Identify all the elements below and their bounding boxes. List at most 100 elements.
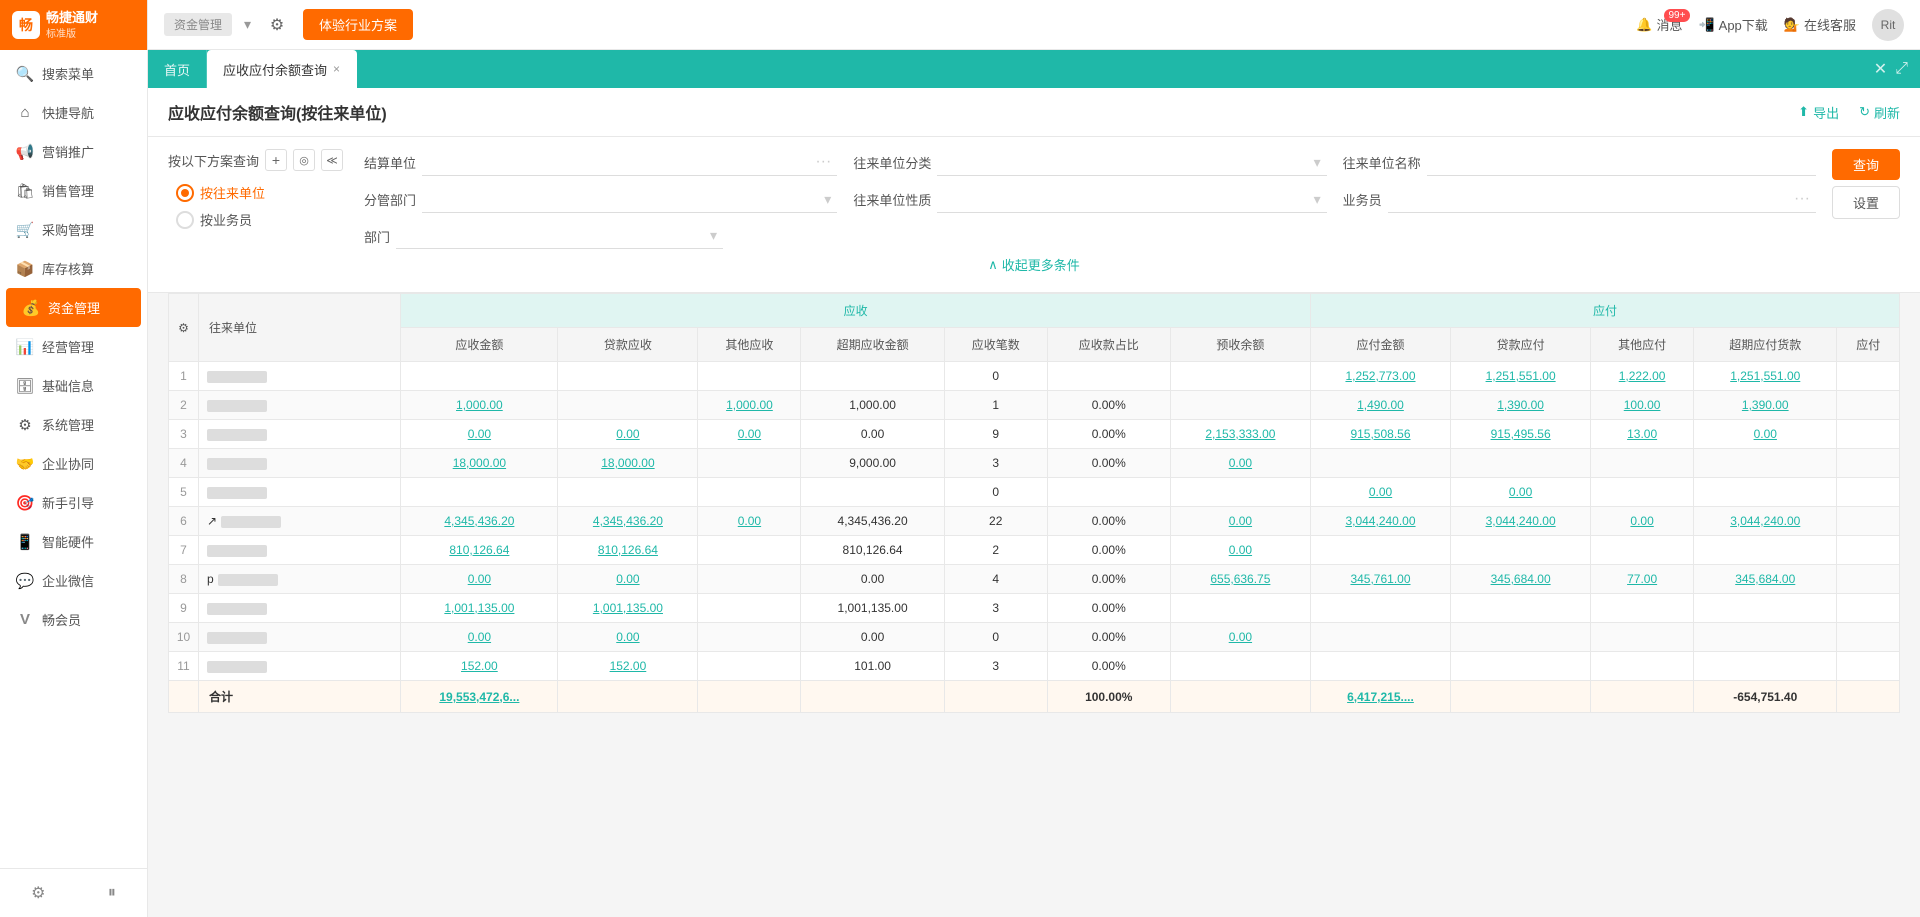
sidebar-item-member[interactable]: V 畅会员 (0, 600, 147, 639)
data-cell[interactable] (1170, 478, 1310, 507)
data-cell[interactable]: 18,000.00 (401, 449, 558, 478)
data-cell[interactable]: 1,222.00 (1591, 362, 1694, 391)
data-cell[interactable]: 0.00 (558, 565, 698, 594)
data-cell[interactable]: 2,153,333.00 (1170, 420, 1310, 449)
data-cell[interactable]: 152.00 (401, 652, 558, 681)
data-cell[interactable]: 13.00 (1591, 420, 1694, 449)
sidebar-item-sales[interactable]: 🛍 销售管理 (0, 171, 147, 210)
data-cell[interactable]: 345,684.00 (1451, 565, 1591, 594)
sidebar-item-system[interactable]: ⚙ 系统管理 (0, 405, 147, 444)
data-cell[interactable]: 0.00 (1170, 449, 1310, 478)
filter-target-btn[interactable]: ◎ (293, 149, 315, 171)
data-cell[interactable]: 0.00 (401, 623, 558, 652)
data-cell[interactable] (1451, 536, 1591, 565)
data-cell[interactable] (698, 565, 801, 594)
data-cell[interactable] (698, 623, 801, 652)
data-cell[interactable]: 0.00 (401, 420, 558, 449)
data-cell[interactable] (1591, 623, 1694, 652)
data-cell[interactable] (1310, 536, 1450, 565)
data-cell[interactable]: 3,044,240.00 (1310, 507, 1450, 536)
sidebar-item-search[interactable]: 🔍 搜索菜单 (0, 54, 147, 93)
refresh-btn[interactable]: ↻ 刷新 (1859, 103, 1900, 122)
tab-receivable[interactable]: 应收应付余额查询 × (207, 50, 357, 88)
data-cell[interactable]: 0.00 (558, 420, 698, 449)
sidebar-item-finance[interactable]: 💰 资金管理 (6, 288, 141, 327)
filter-add-btn[interactable]: + (265, 149, 287, 171)
data-cell[interactable] (1591, 478, 1694, 507)
branch-dept-input[interactable]: ▾ (422, 187, 837, 213)
data-cell[interactable]: 0.00 (1451, 478, 1591, 507)
data-cell[interactable]: 4,345,436.20 (558, 507, 698, 536)
data-cell[interactable] (1591, 449, 1694, 478)
data-cell[interactable] (558, 362, 698, 391)
data-cell[interactable]: 0.00 (1591, 507, 1694, 536)
sidebar-item-inventory[interactable]: 📦 库存核算 (0, 249, 147, 288)
data-cell[interactable]: 0.00 (1310, 478, 1450, 507)
data-cell[interactable]: 0.00 (1170, 507, 1310, 536)
data-cell[interactable]: 655,636.75 (1170, 565, 1310, 594)
sidebar-item-purchase[interactable]: 🛒 采购管理 (0, 210, 147, 249)
data-cell[interactable]: 100.00 (1591, 391, 1694, 420)
promo-button[interactable]: 体验行业方案 (303, 9, 413, 40)
data-cell[interactable]: 1,251,551.00 (1451, 362, 1591, 391)
data-cell[interactable]: 1,390.00 (1451, 391, 1591, 420)
data-cell[interactable] (1694, 449, 1837, 478)
settings-footer-btn[interactable]: ⚙ (23, 879, 53, 907)
data-cell[interactable] (558, 478, 698, 507)
data-cell[interactable] (1451, 594, 1591, 623)
data-cell[interactable]: 4,345,436.20 (401, 507, 558, 536)
data-cell[interactable]: 810,126.64 (558, 536, 698, 565)
data-cell[interactable] (698, 536, 801, 565)
data-cell[interactable] (1451, 449, 1591, 478)
data-cell[interactable] (1694, 623, 1837, 652)
partner-nature-input[interactable]: ▾ (937, 187, 1326, 213)
notification-btn[interactable]: 🔔 消息 99+ (1636, 15, 1682, 34)
data-cell[interactable]: 0.00 (698, 420, 801, 449)
data-cell[interactable] (698, 449, 801, 478)
collapse-btn[interactable]: ∧ 收起更多条件 (168, 249, 1900, 280)
data-cell[interactable] (1170, 391, 1310, 420)
data-cell[interactable] (1694, 652, 1837, 681)
data-cell[interactable]: 1,000.00 (698, 391, 801, 420)
data-cell[interactable] (401, 478, 558, 507)
data-cell[interactable]: 0.00 (1170, 623, 1310, 652)
data-cell[interactable]: 0.00 (698, 507, 801, 536)
partner-name-input[interactable] (1427, 150, 1816, 176)
topbar-gear-btn[interactable]: ⚙ (263, 11, 291, 39)
tab-expand-btn[interactable]: ⤢ (1895, 60, 1908, 78)
sidebar-item-basic[interactable]: 🗄 基础信息 (0, 366, 147, 405)
data-cell[interactable] (1591, 652, 1694, 681)
data-cell[interactable] (1451, 652, 1591, 681)
sidebar-item-management[interactable]: 📊 经营管理 (0, 327, 147, 366)
tab-close-window-btn[interactable]: ✕ (1874, 59, 1887, 79)
sidebar-item-guide[interactable]: 🎯 新手引导 (0, 483, 147, 522)
data-cell[interactable] (1694, 536, 1837, 565)
sidebar-item-hardware[interactable]: 📱 智能硬件 (0, 522, 147, 561)
table-settings-header[interactable]: ⚙ (169, 294, 199, 362)
data-cell[interactable] (1310, 594, 1450, 623)
data-cell[interactable] (1170, 594, 1310, 623)
data-cell[interactable]: 152.00 (558, 652, 698, 681)
footer-payable-amount[interactable]: 6,417,215.... (1310, 681, 1450, 713)
data-cell[interactable] (1591, 536, 1694, 565)
data-cell[interactable] (1310, 623, 1450, 652)
data-cell[interactable] (1451, 623, 1591, 652)
data-cell[interactable] (698, 594, 801, 623)
sidebar-item-marketing[interactable]: 📢 营销推广 (0, 132, 147, 171)
data-cell[interactable]: 1,251,551.00 (1694, 362, 1837, 391)
salesperson-input[interactable]: ··· (1388, 186, 1816, 213)
sidebar-item-collab[interactable]: 🤝 企业协同 (0, 444, 147, 483)
data-cell[interactable]: 3,044,240.00 (1451, 507, 1591, 536)
data-cell[interactable] (1694, 478, 1837, 507)
data-cell[interactable]: 77.00 (1591, 565, 1694, 594)
data-cell[interactable] (1310, 449, 1450, 478)
data-cell[interactable]: 18,000.00 (558, 449, 698, 478)
user-avatar[interactable]: Rit (1872, 9, 1904, 41)
data-cell[interactable]: 915,508.56 (1310, 420, 1450, 449)
data-cell[interactable]: 1,001,135.00 (558, 594, 698, 623)
data-cell[interactable] (1310, 652, 1450, 681)
data-cell[interactable]: 1,490.00 (1310, 391, 1450, 420)
data-cell[interactable] (1591, 594, 1694, 623)
data-cell[interactable]: 0.00 (558, 623, 698, 652)
data-cell[interactable]: 345,684.00 (1694, 565, 1837, 594)
